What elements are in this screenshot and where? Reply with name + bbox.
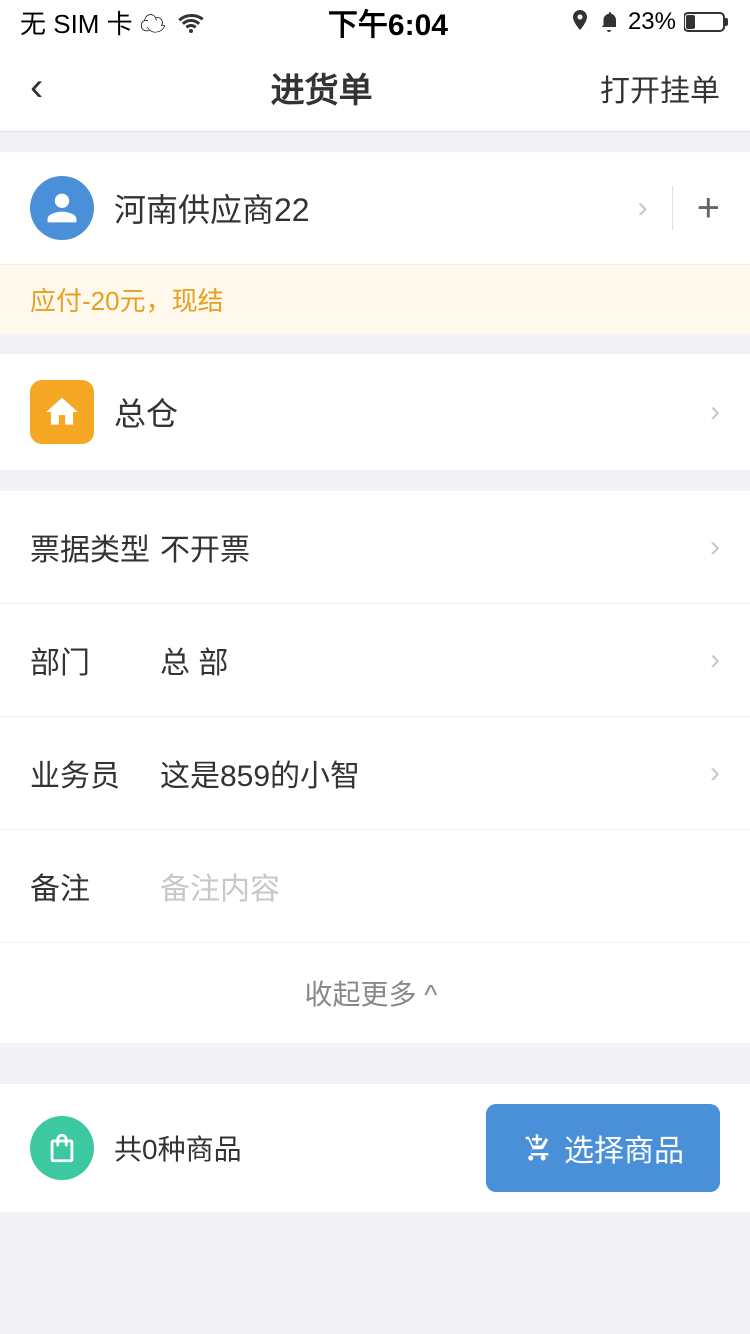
salesperson-value: 这是859的小智 <box>160 751 710 795</box>
warehouse-icon-wrap <box>30 380 94 444</box>
wifi-icon <box>176 11 206 33</box>
back-button[interactable]: ‹ <box>30 65 43 110</box>
warehouse-row[interactable]: 总仓 › <box>0 354 750 471</box>
salesperson-key: 业务员 <box>30 751 160 795</box>
person-icon <box>44 190 80 226</box>
divider <box>672 186 673 230</box>
add-supplier-button[interactable]: + <box>697 188 720 228</box>
invoice-type-chevron: › <box>710 530 720 564</box>
status-left: 无 SIM 卡 ☁ <box>20 4 206 41</box>
remark-placeholder: 备注内容 <box>160 864 720 908</box>
invoice-type-key: 票据类型 <box>30 525 160 569</box>
battery-label: 23% <box>628 8 676 36</box>
remark-row[interactable]: 备注 备注内容 <box>0 830 750 942</box>
battery-icon <box>684 11 730 33</box>
location-icon <box>570 10 590 34</box>
cart-add-icon <box>522 1133 552 1163</box>
form-section: 票据类型 不开票 › 部门 总 部 › 业务员 这是859的小智 › 备注 备注… <box>0 491 750 942</box>
nav-bar: ‹ 进货单 打开挂单 <box>0 44 750 132</box>
supplier-card: 河南供应商22 › + 应付-20元，现结 <box>0 152 750 334</box>
warehouse-chevron: › <box>710 395 720 429</box>
separator-2 <box>0 334 750 354</box>
product-count: 共0种商品 <box>114 1128 486 1168</box>
select-product-label: 选择商品 <box>564 1126 684 1170</box>
status-time: 下午6:04 <box>328 0 448 44</box>
warehouse-label: 总仓 <box>114 389 710 435</box>
notice-bar: 应付-20元，现结 <box>0 265 750 334</box>
supplier-name: 河南供应商22 <box>114 185 638 231</box>
status-right: 23% <box>570 8 730 36</box>
department-chevron: › <box>710 643 720 677</box>
department-row[interactable]: 部门 总 部 › <box>0 604 750 717</box>
select-product-button[interactable]: 选择商品 <box>486 1104 720 1192</box>
status-bar: 无 SIM 卡 ☁ 下午6:04 23% <box>0 0 750 44</box>
shopping-bag-icon <box>45 1131 79 1165</box>
supplier-avatar <box>30 176 94 240</box>
supplier-row[interactable]: 河南供应商22 › + <box>0 152 750 265</box>
invoice-type-value: 不开票 <box>160 525 710 569</box>
separator-4 <box>0 1043 750 1063</box>
notice-text: 应付-20元，现结 <box>30 286 224 316</box>
remark-key: 备注 <box>30 864 160 908</box>
collapse-label: 收起更多 ^ <box>305 973 438 1013</box>
separator-3 <box>0 471 750 491</box>
product-icon-wrap <box>30 1116 94 1180</box>
department-value: 总 部 <box>160 638 710 682</box>
salesperson-chevron: › <box>710 756 720 790</box>
warehouse-icon <box>43 393 81 431</box>
supplier-chevron: › <box>638 191 648 225</box>
sim-label: 无 SIM 卡 ☁ <box>20 4 166 41</box>
collapse-row[interactable]: 收起更多 ^ <box>0 942 750 1043</box>
bottom-bar: 共0种商品 选择商品 <box>0 1083 750 1212</box>
page-title: 进货单 <box>271 63 373 112</box>
separator-1 <box>0 132 750 152</box>
alarm-icon <box>598 10 620 34</box>
open-pending-button[interactable]: 打开挂单 <box>600 66 720 110</box>
invoice-type-row[interactable]: 票据类型 不开票 › <box>0 491 750 604</box>
salesperson-row[interactable]: 业务员 这是859的小智 › <box>0 717 750 830</box>
department-key: 部门 <box>30 638 160 682</box>
